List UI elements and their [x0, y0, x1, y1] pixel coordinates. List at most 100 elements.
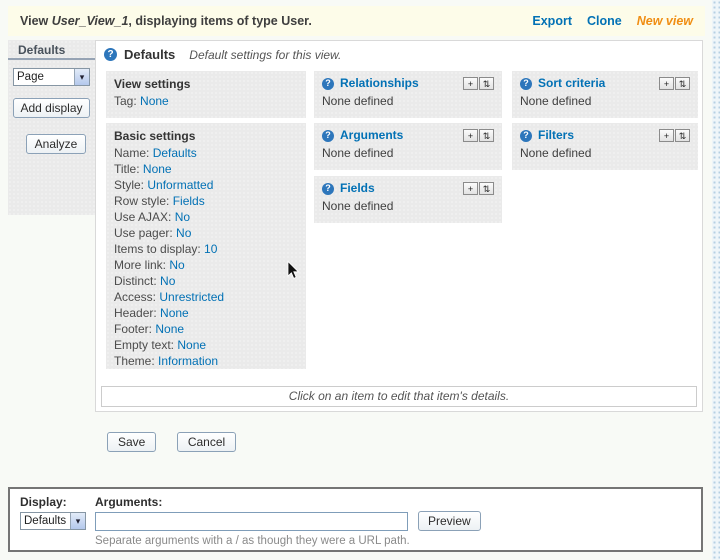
- sort-criteria-box: ? Sort criteria + ⇅ None defined: [512, 71, 698, 118]
- filters-empty-text: None defined: [520, 146, 592, 160]
- help-icon[interactable]: ?: [104, 48, 117, 61]
- preview-button[interactable]: Preview: [418, 511, 481, 531]
- title-value-link[interactable]: None: [143, 162, 172, 176]
- display-type-select[interactable]: Page ▾: [13, 68, 90, 86]
- setting-row: Name: Defaults: [114, 145, 298, 161]
- title-prefix: View: [20, 14, 52, 28]
- setting-label: More link:: [114, 258, 167, 272]
- add-display-button[interactable]: Add display: [13, 98, 90, 118]
- edit-hint-text: Click on an item to edit that item's det…: [101, 386, 697, 407]
- display-sidebar: Defaults Page ▾ Add display Analyze: [8, 40, 95, 215]
- setting-label: Title:: [114, 162, 140, 176]
- clone-link[interactable]: Clone: [587, 14, 622, 28]
- tag-value-link[interactable]: None: [140, 94, 169, 108]
- setting-label: Empty text:: [114, 338, 175, 352]
- add-filter-button[interactable]: +: [659, 129, 674, 142]
- basic-settings-title: Basic settings: [114, 129, 196, 143]
- views-ui-page: View User_View_1, displaying items of ty…: [0, 0, 720, 560]
- setting-label: Footer:: [114, 322, 153, 336]
- sort-criteria-empty-text: None defined: [520, 94, 592, 108]
- setting-row: Use pager: No: [114, 225, 298, 241]
- footer-value-link[interactable]: None: [155, 322, 184, 336]
- setting-label: Theme:: [114, 354, 155, 368]
- help-icon[interactable]: ?: [520, 129, 532, 142]
- access-value-link[interactable]: Unrestricted: [159, 290, 224, 304]
- view-settings-box: View settings Tag: None: [106, 71, 306, 118]
- arguments-empty-text: None defined: [322, 146, 394, 160]
- more-link-value-link[interactable]: No: [169, 258, 184, 272]
- relationships-empty-text: None defined: [322, 94, 394, 108]
- rearrange-sorts-button[interactable]: ⇅: [675, 77, 690, 90]
- help-icon[interactable]: ?: [520, 77, 532, 90]
- setting-row: Distinct: No: [114, 273, 298, 289]
- analyze-button[interactable]: Analyze: [26, 134, 86, 154]
- fields-link[interactable]: Fields: [340, 181, 375, 196]
- setting-row: Title: None: [114, 161, 298, 177]
- main-panel: ? Defaults Default settings for this vie…: [95, 40, 703, 412]
- tab-defaults[interactable]: Defaults: [8, 40, 95, 60]
- sort-criteria-link[interactable]: Sort criteria: [538, 76, 605, 91]
- help-icon[interactable]: ?: [322, 182, 334, 195]
- style-value-link[interactable]: Unformatted: [147, 178, 213, 192]
- panel-subtitle: Default settings for this view.: [189, 47, 342, 62]
- arguments-link[interactable]: Arguments: [340, 128, 403, 143]
- new-view-link[interactable]: New view: [637, 14, 693, 28]
- setting-row: Footer: None: [114, 321, 298, 337]
- add-argument-button[interactable]: +: [463, 129, 478, 142]
- items-to-display-value-link[interactable]: 10: [204, 242, 217, 256]
- preview-display-select[interactable]: Defaults ▾: [20, 512, 86, 530]
- view-header-bar: View User_View_1, displaying items of ty…: [8, 6, 705, 36]
- setting-label: Distinct:: [114, 274, 157, 288]
- settings-column-3: ? Sort criteria + ⇅ None defined ? Filte…: [512, 71, 698, 170]
- row-style-value-link[interactable]: Fields: [173, 194, 205, 208]
- display-label: Display:: [20, 495, 67, 509]
- theme-value-link[interactable]: Information: [158, 354, 218, 368]
- header-links: Export Clone New view: [532, 14, 693, 28]
- setting-row: Header: None: [114, 305, 298, 321]
- relationships-link[interactable]: Relationships: [340, 76, 419, 91]
- arguments-label: Arguments:: [95, 495, 163, 509]
- rearrange-arguments-button[interactable]: ⇅: [479, 129, 494, 142]
- filters-box: ? Filters + ⇅ None defined: [512, 123, 698, 170]
- setting-label: Items to display:: [114, 242, 201, 256]
- setting-label: Access:: [114, 290, 157, 304]
- add-relationship-button[interactable]: +: [463, 77, 478, 90]
- setting-row: Row style: Fields: [114, 193, 298, 209]
- setting-label: Header:: [114, 306, 157, 320]
- add-sort-button[interactable]: +: [659, 77, 674, 90]
- basic-settings-box: Basic settings Name: Defaults Title: Non…: [106, 123, 306, 369]
- arguments-box: ? Arguments + ⇅ None defined: [314, 123, 502, 170]
- page-edge-pattern: [712, 0, 720, 560]
- save-button[interactable]: Save: [107, 432, 157, 452]
- sidebar-controls: Page ▾ Add display Analyze: [8, 60, 95, 154]
- rearrange-relationships-button[interactable]: ⇅: [479, 77, 494, 90]
- add-field-button[interactable]: +: [463, 182, 478, 195]
- header-value-link[interactable]: None: [160, 306, 189, 320]
- cancel-button[interactable]: Cancel: [176, 432, 237, 452]
- setting-row: Theme: Information: [114, 353, 298, 369]
- rearrange-filters-button[interactable]: ⇅: [675, 129, 690, 142]
- rearrange-fields-button[interactable]: ⇅: [479, 182, 494, 195]
- use-ajax-value-link[interactable]: No: [175, 210, 190, 224]
- title-suffix: , displaying items of type User.: [128, 14, 312, 28]
- help-icon[interactable]: ?: [322, 129, 334, 142]
- empty-text-value-link[interactable]: None: [177, 338, 206, 352]
- setting-row: Access: Unrestricted: [114, 289, 298, 305]
- help-icon[interactable]: ?: [322, 77, 334, 90]
- setting-row: More link: No: [114, 257, 298, 273]
- live-preview-box: Display: Arguments: Defaults ▾ Preview S…: [8, 487, 703, 552]
- panel-header: ? Defaults Default settings for this vie…: [96, 41, 702, 66]
- name-value-link[interactable]: Defaults: [153, 146, 197, 160]
- export-link[interactable]: Export: [532, 14, 572, 28]
- filters-link[interactable]: Filters: [538, 128, 574, 143]
- use-pager-value-link[interactable]: No: [176, 226, 191, 240]
- setting-label: Style:: [114, 178, 145, 192]
- setting-label: Row style:: [114, 194, 170, 208]
- display-type-value: Page: [17, 71, 44, 83]
- arguments-input[interactable]: [95, 512, 408, 531]
- view-settings-title: View settings: [114, 77, 191, 91]
- chevron-down-icon: ▾: [74, 69, 89, 85]
- form-actions: Save Cancel: [107, 432, 252, 452]
- setting-label: Name:: [114, 146, 150, 160]
- distinct-value-link[interactable]: No: [160, 274, 175, 288]
